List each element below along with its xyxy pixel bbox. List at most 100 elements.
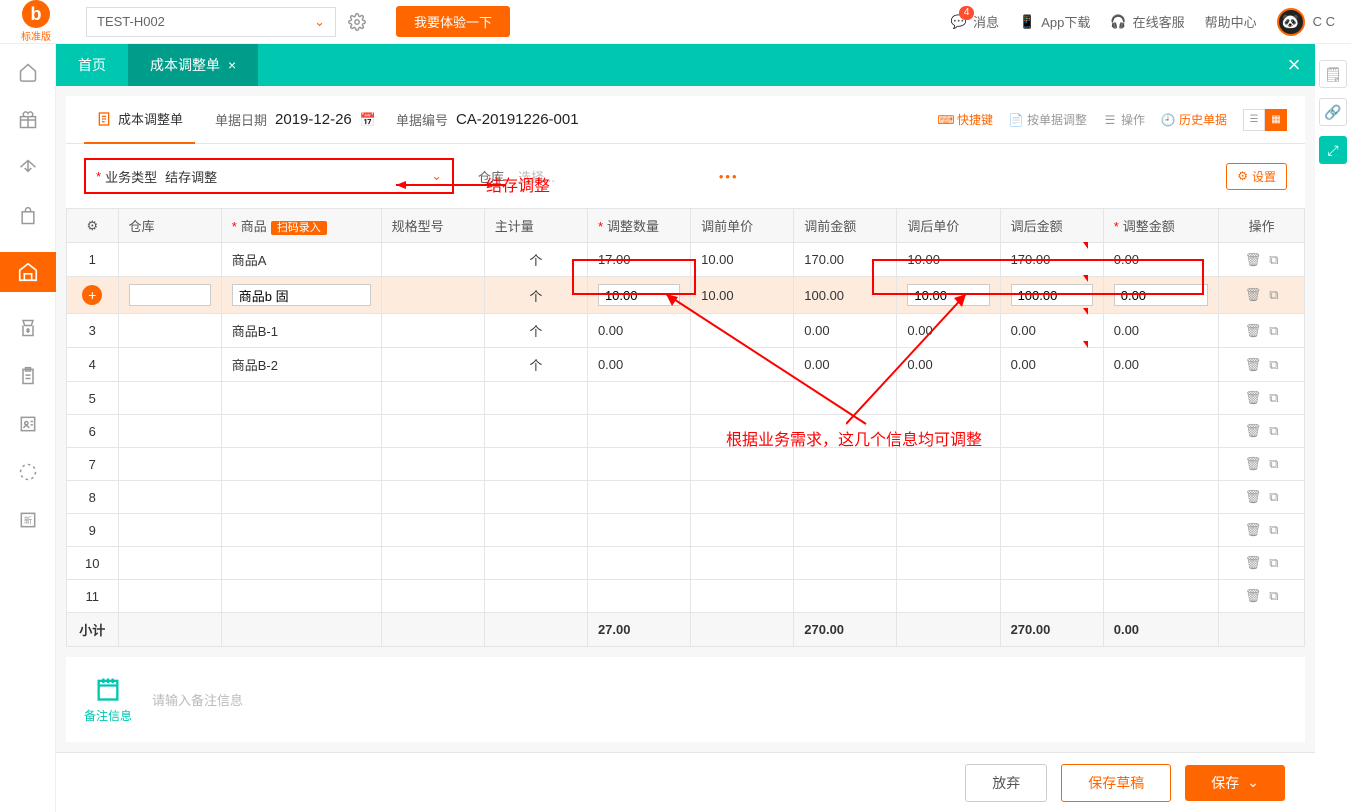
copy-icon[interactable]: ⧉ [1269,456,1278,471]
org-selector[interactable]: TEST-H002 ⌄ [86,7,336,37]
copy-icon[interactable]: ⧉ [1269,390,1278,405]
table-row[interactable]: 8🗑⧉ [67,481,1305,514]
wh-label: 仓库 [478,167,504,186]
app-download-link[interactable]: 📱 App下载 [1019,12,1090,31]
chevron-down-icon: ⌄ [1247,774,1259,791]
hotkey-link[interactable]: ⌨快捷键 [939,111,993,128]
doc-date-value[interactable]: 2019-12-26 [275,111,352,128]
tab-cost-adjust[interactable]: 成本调整单 × [128,44,258,86]
right-rail: 🗒 🔗 ⤢ [1315,44,1351,812]
copy-icon[interactable]: ⧉ [1269,323,1278,338]
logo-icon: b [22,0,50,28]
table-row[interactable]: +个10.00100.00🗑⧉ [67,277,1305,314]
help-link[interactable]: 帮助中心 [1205,12,1257,31]
copy-icon[interactable]: ⧉ [1269,555,1278,570]
nav-profile-icon[interactable] [16,412,40,436]
close-icon[interactable]: × [228,57,236,73]
copy-icon[interactable]: ⧉ [1269,357,1278,372]
col-spec: 规格型号 [381,209,484,243]
copy-icon[interactable]: ⧉ [1269,287,1278,302]
list-icon: ☰ [1103,113,1117,127]
table-row[interactable]: 3商品B-1个0.000.000.000.000.00🗑⧉ [67,314,1305,348]
gear-icon: ⚙ [86,218,98,233]
copy-icon[interactable]: ⧉ [1269,489,1278,504]
warehouse-input[interactable] [129,284,211,306]
table-row[interactable]: 10🗑⧉ [67,547,1305,580]
calendar-icon[interactable]: 📅 [360,112,376,128]
delete-icon[interactable]: 🗑 [1245,456,1262,471]
delete-icon[interactable]: 🗑 [1245,252,1262,267]
nav-in-icon[interactable] [16,156,40,180]
promo-button[interactable]: 我要体验一下 [396,6,510,37]
product-input[interactable] [232,284,371,306]
nav-clipboard-icon[interactable] [16,364,40,388]
col-product: *商品扫码录入 [221,209,381,243]
settings-icon[interactable] [348,13,366,31]
nav-gift-icon[interactable] [16,108,40,132]
copy-icon[interactable]: ⧉ [1269,252,1278,267]
col-post-price: 调后单价 [897,209,1000,243]
nav-home-icon[interactable] [16,60,40,84]
nav-bag-icon[interactable] [16,204,40,228]
view-list-icon[interactable]: ☰ [1243,109,1265,131]
config-button[interactable]: ⚙ 设置 [1226,163,1287,190]
discard-button[interactable]: 放弃 [965,764,1047,802]
post-price-input[interactable] [907,284,989,306]
nav-warehouse-icon[interactable] [0,252,56,292]
copy-icon[interactable]: ⧉ [1269,423,1278,438]
delete-icon[interactable]: 🗑 [1245,390,1262,405]
delete-icon[interactable]: 🗑 [1245,423,1262,438]
qty-input[interactable] [598,284,680,306]
rail-expand-icon[interactable]: ⤢ [1319,136,1347,164]
delete-icon[interactable]: 🗑 [1245,588,1262,603]
tab-bar: 首页 成本调整单 × × [56,44,1315,86]
nav-loading-icon[interactable] [16,460,40,484]
delete-icon[interactable]: 🗑 [1245,287,1262,302]
delete-icon[interactable]: 🗑 [1245,323,1262,338]
save-button[interactable]: 保存⌄ [1185,765,1285,801]
table-row[interactable]: 4商品B-2个0.000.000.000.000.00🗑⧉ [67,348,1305,382]
scan-badge[interactable]: 扫码录入 [271,221,327,235]
copy-icon[interactable]: ⧉ [1269,588,1278,603]
tab-home[interactable]: 首页 [56,44,128,86]
history-icon: 🕘 [1161,113,1175,127]
user-name: C C [1313,14,1335,29]
table-row[interactable]: 9🗑⧉ [67,514,1305,547]
nav-new-icon[interactable]: 新 [16,508,40,532]
business-type-select[interactable]: * 业务类型 结存调整 ⌄ [84,158,454,194]
table-row[interactable]: 11🗑⧉ [67,580,1305,613]
delete-icon[interactable]: 🗑 [1245,522,1262,537]
avatar[interactable]: 🐼 [1277,8,1305,36]
table-header-row: ⚙ 仓库 *商品扫码录入 规格型号 主计量 *调整数量 调前单价 调前金额 调后… [67,209,1305,243]
table-row[interactable]: 5🗑⧉ [67,382,1305,415]
by-doc-link[interactable]: 📄按单据调整 [1009,111,1087,128]
delete-icon[interactable]: 🗑 [1245,489,1262,504]
filter-row: * 业务类型 结存调整 ⌄ 仓库 选择... ••• ⚙ 设置 结存调整 [66,144,1305,208]
support-link[interactable]: 🎧 在线客服 [1110,12,1184,31]
logo: b 标准版 [16,0,56,43]
nav-money-icon[interactable] [16,316,40,340]
col-gear[interactable]: ⚙ [67,209,119,243]
adj-amount-input[interactable] [1114,284,1209,306]
rail-link-icon[interactable]: 🔗 [1319,98,1347,126]
rail-note-icon[interactable]: 🗒 [1319,60,1347,88]
close-all-icon[interactable]: × [1273,44,1315,86]
delete-icon[interactable]: 🗑 [1245,357,1262,372]
doc-toolbar: 成本调整单 单据日期 2019-12-26 📅 单据编号 CA-20191226… [66,96,1305,144]
more-icon[interactable]: ••• [719,169,739,184]
table-row[interactable]: 6🗑⧉ [67,415,1305,448]
warehouse-select[interactable]: 仓库 选择... [478,167,555,186]
add-row-icon[interactable]: + [82,285,102,305]
history-link[interactable]: 🕘历史单据 [1161,111,1227,128]
keyboard-icon: ⌨ [939,113,953,127]
note-input[interactable]: 请输入备注信息 [152,690,1287,709]
view-grid-icon[interactable]: ▦ [1265,109,1287,131]
operate-link[interactable]: ☰操作 [1103,111,1145,128]
save-draft-button[interactable]: 保存草稿 [1061,764,1171,802]
table-row[interactable]: 7🗑⧉ [67,448,1305,481]
messages-link[interactable]: 💬 消息 4 [951,12,999,31]
copy-icon[interactable]: ⧉ [1269,522,1278,537]
delete-icon[interactable]: 🗑 [1245,555,1262,570]
table-row[interactable]: 1商品A个17.0010.00170.0010.00170.000.00🗑⧉ [67,243,1305,277]
post-amount-input[interactable] [1011,284,1093,306]
